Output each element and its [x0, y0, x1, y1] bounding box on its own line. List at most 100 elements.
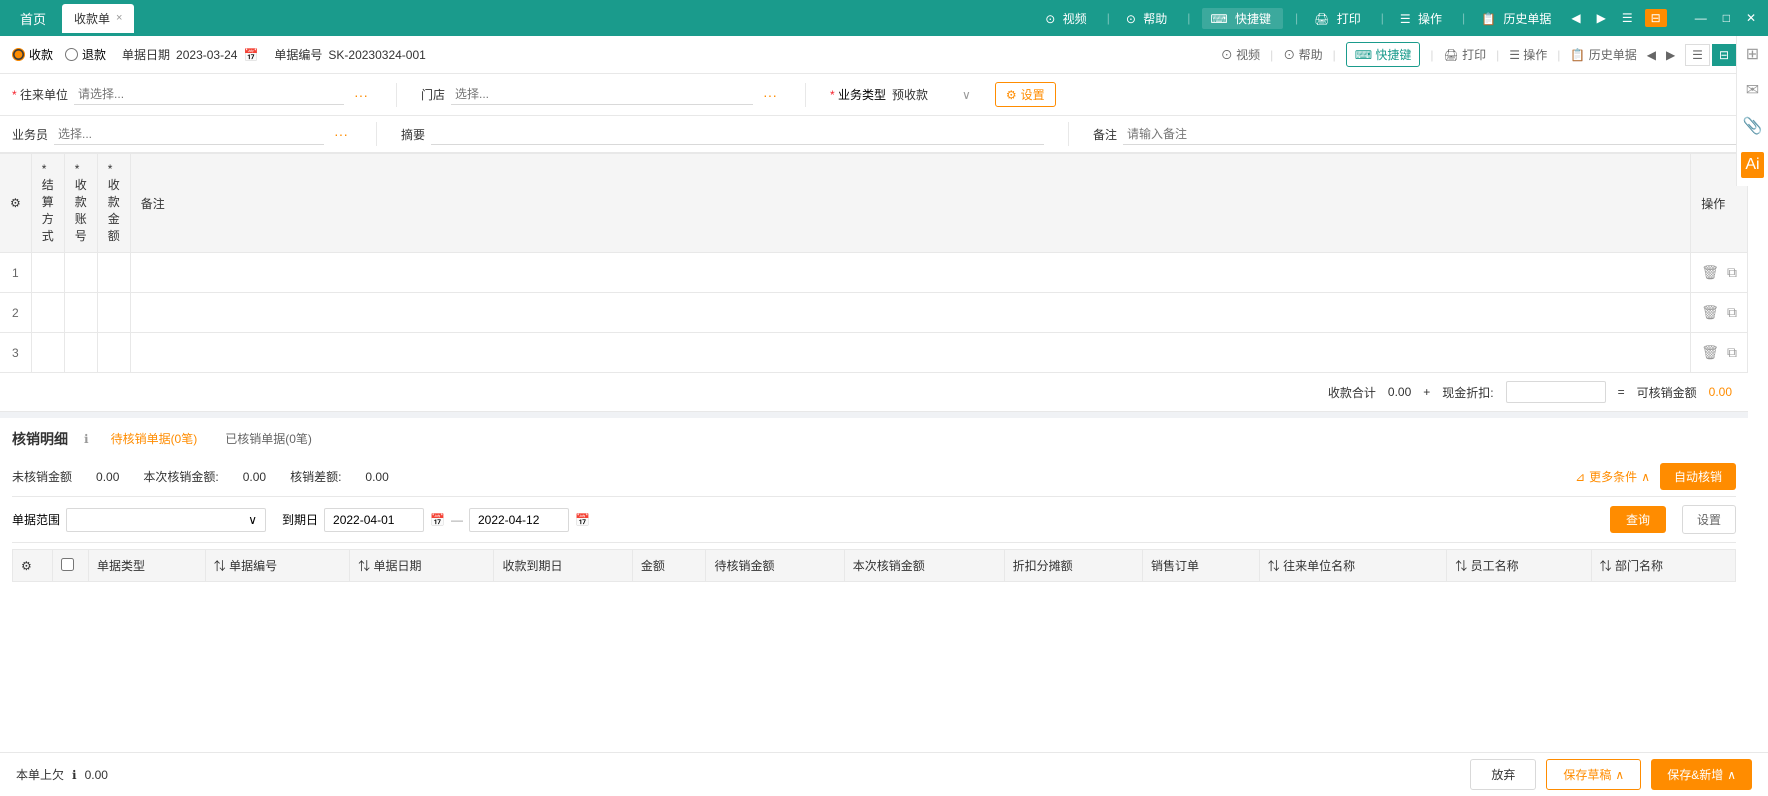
- save-new-chevron[interactable]: ∧: [1727, 768, 1736, 782]
- save-draft-btn[interactable]: 保存草稿 ∧: [1546, 759, 1641, 790]
- save-new-btn[interactable]: 保存&新增 ∧: [1651, 759, 1752, 790]
- cell-remark-2[interactable]: [130, 293, 1690, 333]
- nav-video[interactable]: ⊙ 视频: [1041, 8, 1094, 29]
- sidebar-ai-icon[interactable]: Ai: [1741, 152, 1763, 178]
- nav-operations[interactable]: ☰ 操作: [1396, 8, 1450, 29]
- cell-settle-3[interactable]: [31, 333, 64, 373]
- bth-pending-amount: 待核销金额: [706, 550, 844, 582]
- list-view-btn[interactable]: ☰: [1685, 44, 1710, 66]
- cell-amount-2[interactable]: [97, 293, 130, 333]
- auto-verify-btn[interactable]: 自动核销: [1660, 463, 1736, 490]
- nav-active-tab[interactable]: 收款单 ×: [62, 4, 134, 33]
- date-value: 2023-03-24: [176, 48, 237, 62]
- cell-settle-2[interactable]: [31, 293, 64, 333]
- sidebar-table-icon[interactable]: ⊞: [1746, 44, 1759, 64]
- sidebar-attach-icon[interactable]: 📎: [1743, 116, 1763, 136]
- nav-shortcut[interactable]: ⌨ 快捷键: [1202, 8, 1283, 29]
- nav-list-view[interactable]: ☰: [1618, 9, 1637, 27]
- card-view-btn[interactable]: ⊟: [1712, 44, 1736, 66]
- staff-label: 业务员: [12, 126, 48, 143]
- remark-input[interactable]: [1123, 124, 1736, 145]
- tool-help[interactable]: ⊙ 帮助: [1283, 46, 1322, 63]
- main-container: 收款 退款 单据日期 2023-03-24 📅 单据编号 SK-20230324…: [0, 36, 1768, 752]
- staff-more-btn[interactable]: ···: [330, 126, 352, 142]
- store-more-btn[interactable]: ···: [759, 87, 781, 103]
- copy-icon-1[interactable]: ⧉: [1727, 264, 1737, 281]
- pending-tab[interactable]: 待核销单据(0笔): [105, 428, 204, 449]
- counterpart-more-btn[interactable]: ···: [350, 87, 372, 103]
- number-field: 单据编号 SK-20230324-001: [274, 46, 425, 63]
- verify-section: 核销明细 ℹ 待核销单据(0笔) 已核销单据(0笔) 未核销金额 0.00 本次…: [0, 412, 1748, 752]
- bth-sales-order: 销售订单: [1143, 550, 1260, 582]
- date-start-cal-icon[interactable]: 📅: [430, 513, 445, 527]
- more-conditions-btn[interactable]: ⊿ 更多条件 ∧: [1575, 468, 1650, 485]
- tool-ops[interactable]: ☰ 操作: [1509, 46, 1547, 63]
- copy-icon-3[interactable]: ⧉: [1727, 344, 1737, 361]
- bth-settings[interactable]: ⚙: [13, 550, 53, 582]
- form-divider-2: [805, 83, 806, 107]
- nav-print[interactable]: 🖨 打印: [1310, 8, 1369, 29]
- summary-field: 摘要: [401, 124, 1044, 145]
- nav-help[interactable]: ⊙ 帮助: [1122, 8, 1175, 29]
- nav-card-view[interactable]: ⊟: [1645, 9, 1667, 27]
- copy-icon-2[interactable]: ⧉: [1727, 304, 1737, 321]
- shortcut-btn[interactable]: ⌨ 快捷键: [1346, 42, 1421, 67]
- bth-check[interactable]: [53, 550, 89, 582]
- business-type-label: * 业务类型: [830, 86, 886, 103]
- summary-input[interactable]: [431, 124, 1044, 145]
- range-select[interactable]: ∨: [66, 508, 266, 532]
- query-btn[interactable]: 查询: [1610, 506, 1666, 533]
- form-settings-btn[interactable]: ⚙ 设置: [995, 82, 1056, 107]
- cell-remark-1[interactable]: [130, 253, 1690, 293]
- staff-input[interactable]: [54, 124, 324, 145]
- date-separator: —: [451, 513, 463, 527]
- form-divider-4: [1068, 122, 1069, 146]
- nav-prev-icon[interactable]: ◀: [1567, 9, 1584, 27]
- tool-history[interactable]: 📋 历史单据: [1570, 46, 1636, 63]
- close-tab-icon[interactable]: ×: [116, 12, 122, 24]
- calendar-icon[interactable]: 📅: [243, 48, 258, 62]
- cell-account-1[interactable]: [64, 253, 97, 293]
- nav-history[interactable]: 📋 历史单据: [1477, 8, 1559, 29]
- previous-label: 本单上欠: [16, 766, 64, 783]
- nav-next-icon[interactable]: ▶: [1593, 9, 1610, 27]
- delete-icon-2[interactable]: 🗑: [1701, 304, 1719, 321]
- done-tab[interactable]: 已核销单据(0笔): [219, 428, 318, 449]
- counterpart-field: * 往来单位 ···: [12, 84, 372, 105]
- tool-next[interactable]: ▶: [1666, 48, 1675, 62]
- tool-prev[interactable]: ◀: [1647, 48, 1656, 62]
- verify-info-icon[interactable]: ℹ: [84, 432, 89, 446]
- counterpart-input[interactable]: [74, 84, 344, 105]
- cell-amount-1[interactable]: [97, 253, 130, 293]
- radio-receive[interactable]: 收款: [12, 46, 53, 63]
- window-minimize[interactable]: —: [1691, 9, 1711, 27]
- cell-amount-3[interactable]: [97, 333, 130, 373]
- cell-remark-3[interactable]: [130, 333, 1690, 373]
- save-draft-chevron[interactable]: ∧: [1615, 768, 1624, 782]
- store-input[interactable]: [451, 84, 753, 105]
- delete-icon-1[interactable]: 🗑: [1701, 264, 1719, 281]
- business-type-arrow[interactable]: ∨: [962, 88, 971, 102]
- cell-account-2[interactable]: [64, 293, 97, 333]
- date-end-input[interactable]: [469, 508, 569, 532]
- window-maximize[interactable]: □: [1719, 9, 1734, 27]
- discard-btn[interactable]: 放弃: [1470, 759, 1536, 790]
- bth-staff: ⇅ 员工名称: [1447, 550, 1591, 582]
- cell-settle-1[interactable]: [31, 253, 64, 293]
- th-settings[interactable]: ⚙: [0, 154, 31, 253]
- tool-video[interactable]: ⊙ 视频: [1221, 46, 1260, 63]
- filter-settings-btn[interactable]: 设置: [1682, 505, 1736, 534]
- previous-info-icon[interactable]: ℹ: [72, 768, 77, 782]
- discount-input[interactable]: [1506, 381, 1606, 403]
- date-end-cal-icon[interactable]: 📅: [575, 513, 590, 527]
- nav-home-tab[interactable]: 首页: [8, 3, 58, 34]
- discount-label: 现金折扣:: [1442, 384, 1493, 401]
- sidebar-email-icon[interactable]: ✉: [1746, 80, 1759, 100]
- select-all-checkbox[interactable]: [61, 558, 74, 571]
- cell-account-3[interactable]: [64, 333, 97, 373]
- tool-print[interactable]: 🖨 打印: [1444, 46, 1487, 63]
- delete-icon-3[interactable]: 🗑: [1701, 344, 1719, 361]
- date-start-input[interactable]: [324, 508, 424, 532]
- radio-refund[interactable]: 退款: [65, 46, 106, 63]
- window-close[interactable]: ✕: [1742, 9, 1760, 27]
